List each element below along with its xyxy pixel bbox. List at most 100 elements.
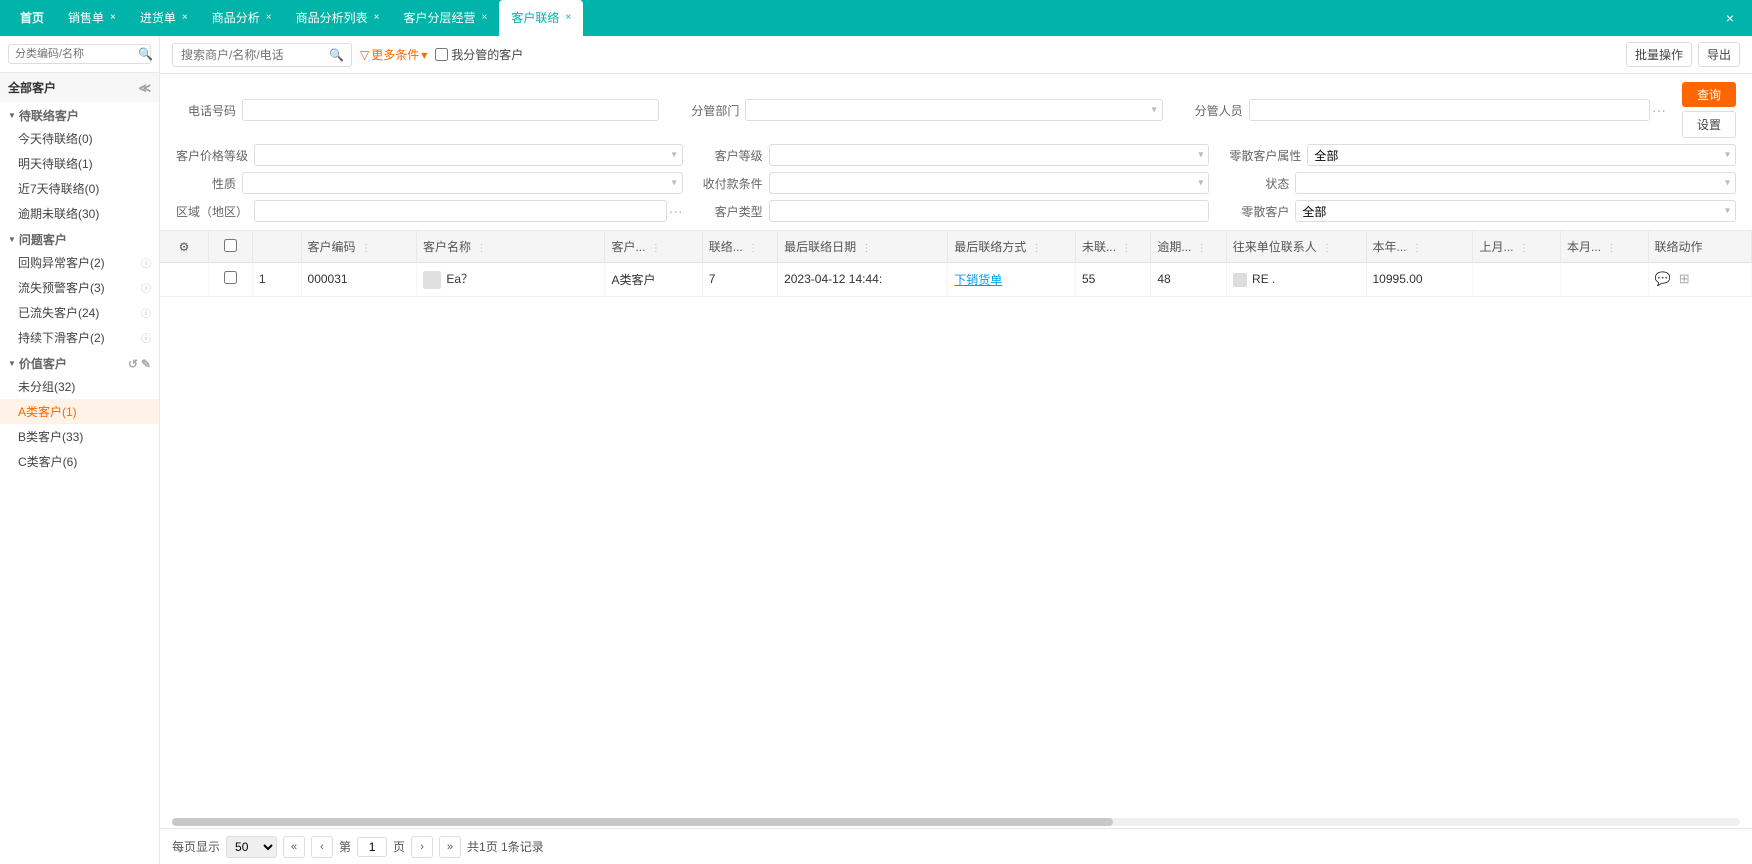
col-resize-icon8[interactable]: ⋮: [1197, 243, 1207, 254]
current-page-input[interactable]: [357, 837, 387, 857]
filter-status-input[interactable]: [1295, 172, 1736, 194]
sidebar-item-overdue[interactable]: 逾期未联络(30): [0, 201, 159, 226]
row-last-contact-method-cell[interactable]: 下销货单: [948, 263, 1076, 297]
sidebar-item-7day-pending[interactable]: 近7天待联络(0): [0, 176, 159, 201]
filter-manager-dots[interactable]: ···: [1652, 102, 1666, 118]
filter-customer-level-input[interactable]: [769, 144, 1210, 166]
col-contact-count[interactable]: 联络... ⋮: [702, 231, 777, 263]
my-customers-checkbox[interactable]: 我分管的客户: [435, 46, 523, 63]
nav-sales-close[interactable]: ×: [110, 0, 116, 36]
horizontal-scrollbar[interactable]: [172, 818, 1740, 826]
col-customer-code[interactable]: 客户编码 ⋮: [301, 231, 417, 263]
col-last-month[interactable]: 上月... ⋮: [1473, 231, 1561, 263]
col-last-contact-method[interactable]: 最后联络方式 ⋮: [948, 231, 1076, 263]
filter-region-dots[interactable]: ···: [669, 203, 683, 219]
sidebar-item-repurchase-anomaly[interactable]: 回购异常客户(2) ⓘ: [0, 250, 159, 275]
my-customers-check[interactable]: [435, 48, 448, 61]
sidebar-item-class-a[interactable]: A类客户(1): [0, 399, 159, 424]
prev-page-button[interactable]: ‹: [311, 836, 333, 858]
col-this-year[interactable]: 本年... ⋮: [1366, 231, 1473, 263]
col-resize-icon11[interactable]: ⋮: [1519, 243, 1529, 254]
more-filters-button[interactable]: ▽ 更多条件 ▾: [360, 46, 427, 63]
filter-retail-customer-input[interactable]: [1295, 200, 1736, 222]
sidebar-item-unclassified[interactable]: 未分组(32): [0, 374, 159, 399]
filter-manager-input[interactable]: [1249, 99, 1650, 121]
nav-customer-segment[interactable]: 客户分层经营 ×: [391, 0, 499, 36]
sidebar-search-input[interactable]: [8, 44, 151, 64]
col-resize-icon5[interactable]: ⋮: [861, 243, 871, 254]
page-size-select[interactable]: 50 10 20 100: [226, 836, 277, 858]
group-problem-customers[interactable]: ▼ 问题客户: [0, 226, 159, 250]
col-this-month[interactable]: 本月... ⋮: [1561, 231, 1649, 263]
col-resize-icon7[interactable]: ⋮: [1121, 243, 1131, 254]
nav-purchase-close[interactable]: ×: [182, 0, 188, 36]
nav-analysis-close[interactable]: ×: [266, 0, 272, 36]
col-checkbox-header[interactable]: [209, 231, 253, 263]
first-page-button[interactable]: «: [283, 836, 305, 858]
filter-price-input[interactable]: [254, 144, 683, 166]
filter-dept-input[interactable]: [745, 99, 1162, 121]
col-settings[interactable]: ⚙: [160, 231, 209, 263]
sidebar-search-icon[interactable]: 🔍: [138, 47, 153, 61]
query-button[interactable]: 查询: [1682, 82, 1736, 107]
filter-nature-input[interactable]: [242, 172, 683, 194]
filter-search-input[interactable]: [172, 43, 352, 67]
select-all-checkbox[interactable]: [224, 239, 237, 252]
col-resize-icon4[interactable]: ⋮: [748, 243, 758, 254]
row-checkbox-cell[interactable]: [209, 263, 253, 297]
nav-analysis-list[interactable]: 商品分析列表 ×: [284, 0, 392, 36]
col-customer-name[interactable]: 客户名称 ⋮: [417, 231, 605, 263]
nav-purchase[interactable]: 进货单 ×: [128, 0, 200, 36]
filter-retail-attr-input[interactable]: [1307, 144, 1736, 166]
edit-icon[interactable]: ✎: [141, 357, 151, 371]
col-resize-icon12[interactable]: ⋮: [1606, 243, 1616, 254]
sidebar-item-class-b[interactable]: B类客户(33): [0, 424, 159, 449]
scrollbar-thumb[interactable]: [172, 818, 1113, 826]
sidebar-item-declining[interactable]: 持续下滑客户(2) ⓘ: [0, 325, 159, 350]
sidebar-collapse-icons[interactable]: ≪: [138, 81, 151, 95]
col-resize-icon6[interactable]: ⋮: [1032, 243, 1042, 254]
col-resize-icon3[interactable]: ⋮: [651, 243, 661, 254]
nav-analysis-list-close[interactable]: ×: [374, 0, 380, 36]
nav-home[interactable]: 首页: [8, 0, 56, 36]
filter-phone-input[interactable]: [242, 99, 659, 121]
sidebar-item-today-pending[interactable]: 今天待联络(0): [0, 126, 159, 151]
nav-sales[interactable]: 销售单 ×: [56, 0, 128, 36]
settings-button[interactable]: 设置: [1682, 111, 1736, 138]
nav-customer-contact[interactable]: 客户联络 ×: [499, 0, 583, 36]
close-all-button[interactable]: ×: [1716, 4, 1744, 32]
sidebar-item-churn-warning[interactable]: 流失预警客户(3) ⓘ: [0, 275, 159, 300]
sidebar-item-churned[interactable]: 已流失客户(24) ⓘ: [0, 300, 159, 325]
batch-op-button[interactable]: 批量操作: [1626, 42, 1692, 67]
grid-icon[interactable]: ⊞: [1679, 271, 1690, 287]
col-contact-person[interactable]: 往来单位联系人 ⋮: [1226, 231, 1366, 263]
nav-customer-segment-close[interactable]: ×: [481, 0, 487, 36]
last-page-button[interactable]: »: [439, 836, 461, 858]
col-resize-icon[interactable]: ⋮: [361, 243, 371, 254]
next-page-button[interactable]: ›: [411, 836, 433, 858]
col-resize-icon2[interactable]: ⋮: [476, 243, 486, 254]
col-last-contact-date[interactable]: 最后联络日期 ⋮: [778, 231, 948, 263]
nav-analysis[interactable]: 商品分析 ×: [200, 0, 284, 36]
filter-search-icon[interactable]: 🔍: [329, 48, 344, 62]
filter-payment-input[interactable]: [769, 172, 1210, 194]
col-resize-icon10[interactable]: ⋮: [1412, 243, 1422, 254]
sidebar-item-tomorrow-pending[interactable]: 明天待联络(1): [0, 151, 159, 176]
chat-icon[interactable]: 💬: [1655, 271, 1671, 287]
group-pending-contact[interactable]: ▼ 待联络客户: [0, 102, 159, 126]
group-value-customers[interactable]: ▼ 价值客户 ↺ ✎: [0, 350, 159, 374]
nav-customer-contact-close[interactable]: ×: [565, 0, 571, 36]
filter-customer-type-input[interactable]: [769, 200, 1210, 222]
refresh-icon[interactable]: ↺: [128, 357, 138, 371]
col-overdue[interactable]: 逾期... ⋮: [1151, 231, 1226, 263]
row-checkbox[interactable]: [224, 271, 237, 284]
sidebar-item-class-c[interactable]: C类客户(6): [0, 449, 159, 474]
last-contact-link[interactable]: 下销货单: [954, 273, 1002, 287]
col-customer-type[interactable]: 客户... ⋮: [605, 231, 702, 263]
col-no-contact[interactable]: 未联... ⋮: [1075, 231, 1150, 263]
filter-region-input[interactable]: [254, 200, 667, 222]
all-customers-header[interactable]: 全部客户 ≪: [0, 73, 159, 102]
export-button[interactable]: 导出: [1698, 42, 1740, 67]
collapse-icon[interactable]: ≪: [138, 81, 151, 95]
col-resize-icon9[interactable]: ⋮: [1322, 243, 1332, 254]
